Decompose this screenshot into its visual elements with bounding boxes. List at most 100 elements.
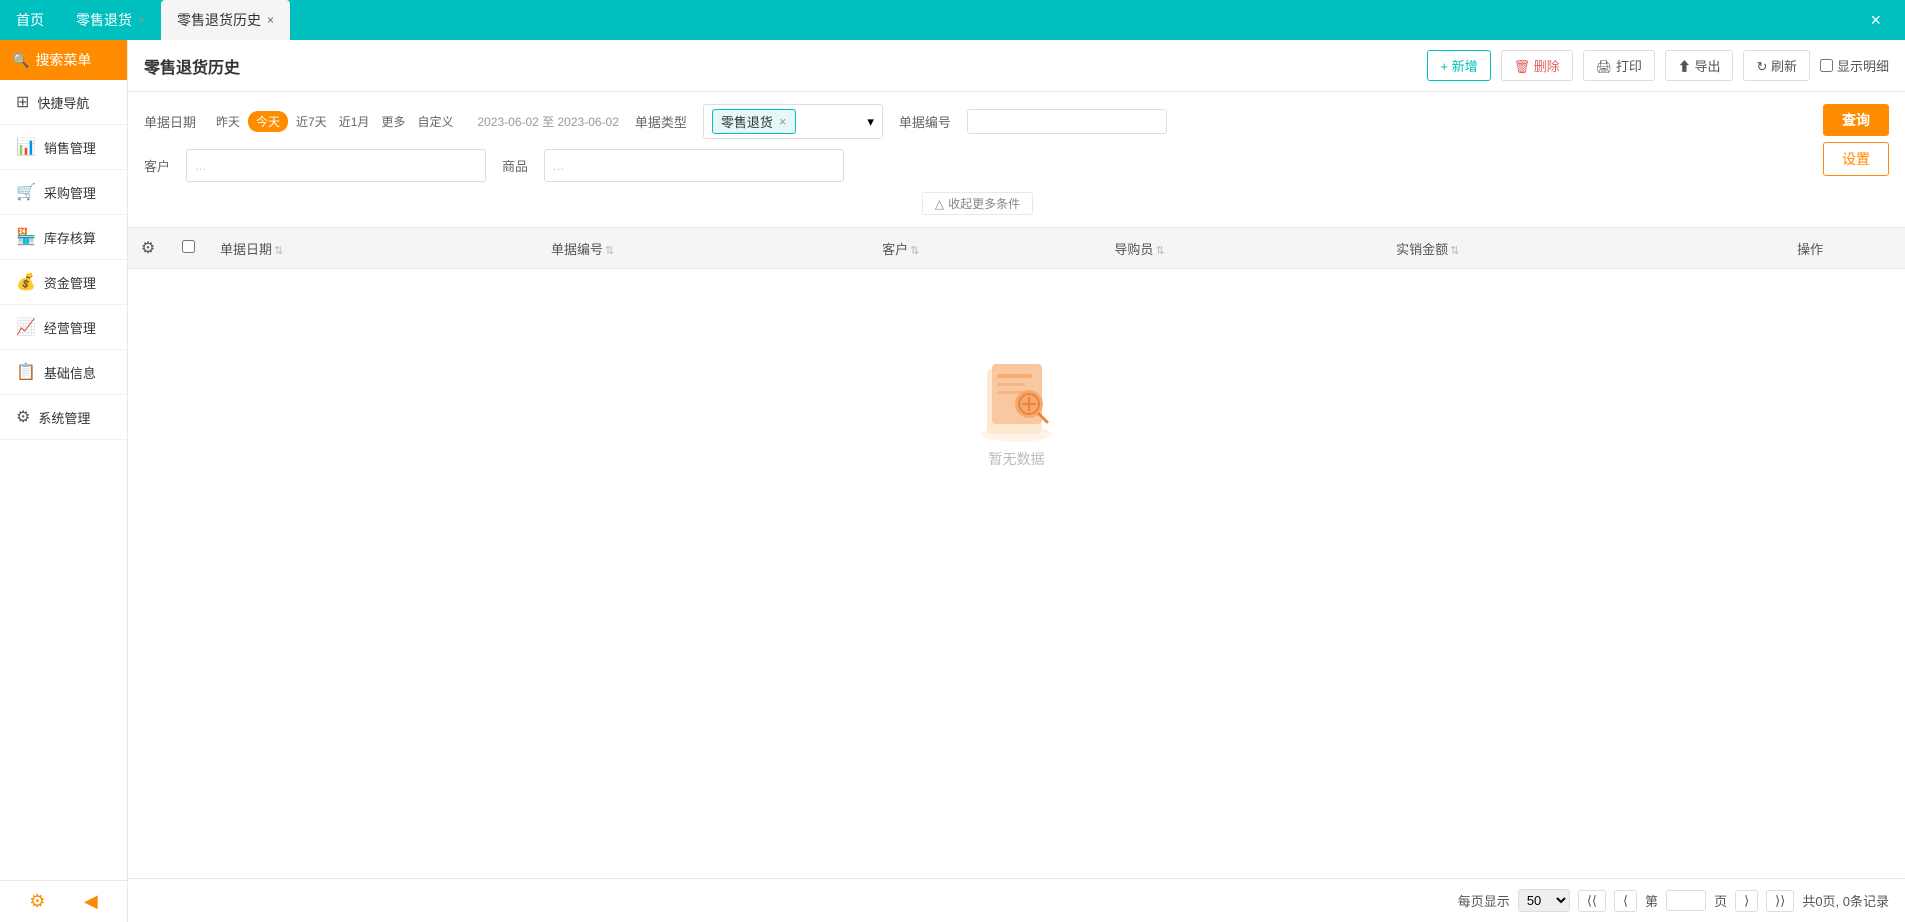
- col-header-date[interactable]: 单据日期⇅: [208, 228, 539, 269]
- goods-select[interactable]: ...: [544, 149, 844, 182]
- table-settings-icon[interactable]: ⚙: [141, 240, 155, 257]
- sidebar-label-finance: 资金管理: [44, 273, 96, 292]
- collapse-sidebar-icon[interactable]: ◀: [84, 891, 98, 912]
- page-number-input[interactable]: 1: [1666, 890, 1706, 911]
- empty-text: 暂无数据: [989, 449, 1045, 469]
- tab-label: 零售退货历史: [177, 10, 261, 30]
- sidebar-label-business: 经营管理: [44, 318, 96, 337]
- tab-home[interactable]: 首页: [0, 0, 60, 40]
- tab-retail-return-history[interactable]: 零售退货历史 ×: [161, 0, 290, 40]
- date-shortcut-近1月[interactable]: 近1月: [335, 111, 374, 132]
- close-window-button[interactable]: ×: [1862, 10, 1889, 31]
- col-header-settings: ⚙: [128, 228, 168, 269]
- sidebar-item-system[interactable]: ⚙ 系统管理: [0, 395, 127, 440]
- data-table: ⚙ 单据日期⇅单据编号⇅客户⇅导购员⇅实销金额⇅操作: [128, 228, 1905, 269]
- doc-type-clear[interactable]: ×: [779, 114, 787, 129]
- col-header-customer[interactable]: 客户⇅: [870, 228, 1102, 269]
- filter-section: 单据日期 昨天今天近7天近1月更多自定义 2023-06-02 至 2023-0…: [144, 104, 1889, 215]
- sidebar-item-basic-info[interactable]: 📋 基础信息: [0, 350, 127, 395]
- goods-label: 商品: [502, 156, 528, 175]
- filter-buttons: 查询 设置: [1811, 104, 1889, 176]
- sidebar-item-business[interactable]: 📈 经营管理: [0, 305, 127, 350]
- date-shortcut-昨天[interactable]: 昨天: [212, 111, 244, 132]
- prev-page-button[interactable]: ⟨: [1614, 890, 1637, 912]
- empty-illustration: [967, 349, 1067, 449]
- business-icon: 📈: [16, 317, 36, 337]
- filter-main: 单据日期 昨天今天近7天近1月更多自定义 2023-06-02 至 2023-0…: [144, 104, 1811, 215]
- doc-type-select[interactable]: 零售退货 × ▾: [703, 104, 883, 139]
- content-area: 零售退货历史 + 新增 🗑 删除 🖨 打印 ⬆ 导出 ↻ 刷新 显示明细: [128, 40, 1905, 922]
- sidebar-item-finance[interactable]: 💰资金管理: [0, 260, 127, 305]
- sales-icon: 📊: [16, 137, 36, 157]
- page-unit: 页: [1714, 891, 1727, 910]
- sort-icon-date: ⇅: [274, 245, 283, 257]
- tab-close-retail-return-history[interactable]: ×: [267, 13, 274, 27]
- pagination: 每页显示 102050100 ⟨⟨ ⟨ 第 1 页 ⟩ ⟩⟩ 共0页, 0条记录: [128, 878, 1905, 922]
- filter-row-2: 客户 ... 商品 ...: [144, 149, 1811, 182]
- sidebar-label-system: 系统管理: [38, 408, 90, 427]
- doc-no-input[interactable]: [967, 109, 1167, 134]
- doc-type-dropdown-icon: ▾: [867, 114, 874, 130]
- customer-placeholder: ...: [195, 154, 206, 177]
- sidebar-item-purchase[interactable]: 🛒 采购管理: [0, 170, 127, 215]
- top-bar: 首页 零售退货 × 零售退货历史 × ×: [0, 0, 1905, 40]
- first-page-button[interactable]: ⟨⟨: [1578, 890, 1606, 912]
- date-shortcut-近7天[interactable]: 近7天: [292, 111, 331, 132]
- new-button[interactable]: + 新增: [1427, 50, 1490, 81]
- doc-type-tag: 零售退货 ×: [712, 109, 796, 134]
- show-detail-toggle[interactable]: 显示明细: [1820, 56, 1889, 75]
- last-page-button[interactable]: ⟩⟩: [1766, 890, 1794, 912]
- print-button[interactable]: 🖨 打印: [1583, 50, 1655, 81]
- sidebar-item-inventory[interactable]: 🏪 库存核算: [0, 215, 127, 260]
- collapse-label: 收起更多条件: [948, 195, 1020, 212]
- page-title: 零售退货历史: [144, 54, 240, 78]
- settings-icon[interactable]: ⚙: [29, 891, 45, 912]
- next-page-button[interactable]: ⟩: [1735, 890, 1758, 912]
- sidebar-item-quick-nav[interactable]: ⊞快捷导航: [0, 80, 127, 125]
- purchase-icon: 🛒: [16, 182, 36, 202]
- system-icon: ⚙: [16, 407, 30, 427]
- tab-label: 零售退货: [76, 10, 132, 30]
- col-header-checkbox: [168, 228, 208, 269]
- date-shortcut-更多[interactable]: 更多: [377, 111, 409, 132]
- col-header-guide[interactable]: 导购员⇅: [1102, 228, 1384, 269]
- sort-icon-customer: ⇅: [910, 245, 919, 257]
- refresh-button[interactable]: ↻ 刷新: [1743, 50, 1810, 81]
- sidebar-item-sales[interactable]: 📊 销售管理: [0, 125, 127, 170]
- customer-label: 客户: [144, 156, 170, 175]
- show-detail-checkbox[interactable]: [1820, 59, 1833, 72]
- export-button[interactable]: ⬆ 导出: [1665, 50, 1734, 81]
- collapse-button[interactable]: △ 收起更多条件: [922, 192, 1033, 215]
- select-all-checkbox[interactable]: [182, 240, 195, 253]
- tab-label: 首页: [16, 10, 44, 30]
- sidebar-label-sales: 销售管理: [44, 138, 96, 157]
- col-header-amount[interactable]: 实销金额⇅: [1384, 228, 1715, 269]
- sidebar-label-inventory: 库存核算: [44, 228, 96, 247]
- filter-settings-button[interactable]: 设置: [1823, 142, 1889, 176]
- page-label: 第: [1645, 891, 1658, 910]
- date-filter-label: 单据日期: [144, 112, 196, 131]
- query-button[interactable]: 查询: [1823, 104, 1889, 136]
- customer-select[interactable]: ...: [186, 149, 486, 182]
- basic-info-icon: 📋: [16, 362, 36, 382]
- filter-row-1: 单据日期 昨天今天近7天近1月更多自定义 2023-06-02 至 2023-0…: [144, 104, 1811, 139]
- sidebar: 🔍 搜索菜单 ⊞快捷导航 📊 销售管理 🛒 采购管理 🏪 库存核算 💰资金管理 📈 经营管理 📋 基础…: [0, 40, 128, 922]
- sidebar-label-basic-info: 基础信息: [44, 363, 96, 382]
- sidebar-search[interactable]: 🔍 搜索菜单: [0, 40, 127, 80]
- inventory-icon: 🏪: [16, 227, 36, 247]
- sidebar-label-quick-nav: 快捷导航: [37, 93, 89, 112]
- col-header-action: 操作: [1715, 228, 1905, 269]
- collapse-row: △ 收起更多条件: [144, 192, 1811, 215]
- show-detail-label: 显示明细: [1837, 56, 1889, 75]
- date-shortcuts: 昨天今天近7天近1月更多自定义: [212, 111, 457, 132]
- date-range: 2023-06-02 至 2023-06-02: [477, 113, 618, 130]
- date-shortcut-自定义[interactable]: 自定义: [413, 111, 457, 132]
- delete-button[interactable]: 🗑 删除: [1501, 50, 1573, 81]
- tab-close-retail-return[interactable]: ×: [138, 13, 145, 27]
- date-shortcut-今天[interactable]: 今天: [248, 111, 288, 132]
- sidebar-label-purchase: 采购管理: [44, 183, 96, 202]
- doc-type-label: 单据类型: [635, 112, 687, 131]
- col-header-no[interactable]: 单据编号⇅: [539, 228, 870, 269]
- tab-retail-return[interactable]: 零售退货 ×: [60, 0, 161, 40]
- per-page-select[interactable]: 102050100: [1518, 889, 1570, 912]
